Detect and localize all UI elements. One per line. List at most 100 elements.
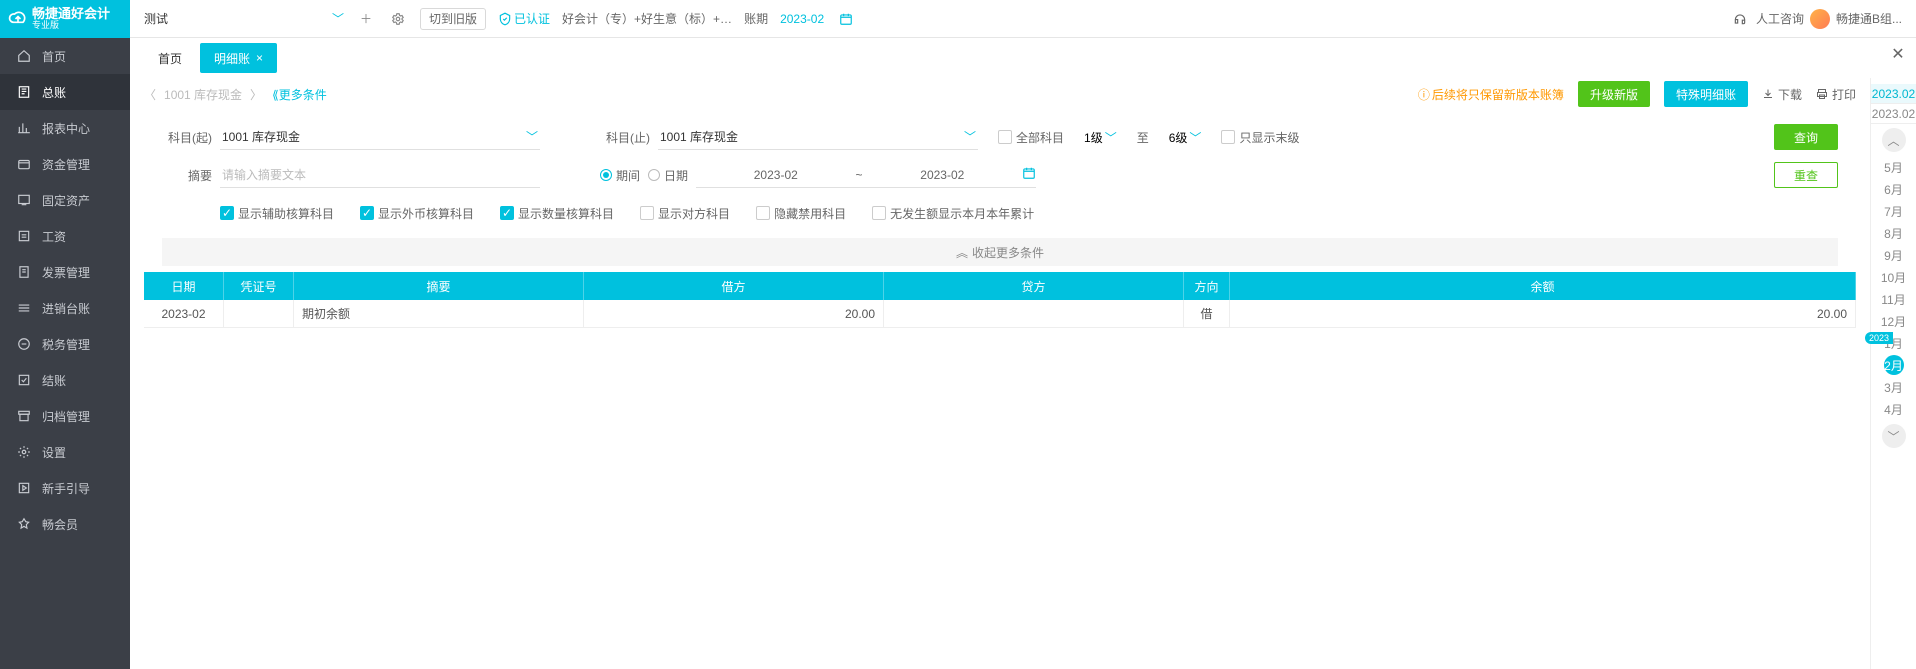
chevron-left-icon: 〈 [144,86,156,103]
sidebar-item-asset[interactable]: 固定资产 [0,182,130,218]
vip-icon [16,516,32,532]
chart-icon [16,120,32,136]
ledger-icon [16,84,32,100]
rail-month[interactable]: 8月 [1881,222,1906,244]
rail-month[interactable]: 10月 [1881,266,1906,288]
salary-icon [16,228,32,244]
upgrade-button[interactable]: 升级新版 [1578,81,1650,107]
level-from-select[interactable]: 1级﹀ [1084,129,1117,146]
sidebar-item-close[interactable]: 结账 [0,362,130,398]
option-checkbox-5[interactable]: 无发生额显示本月本年累计 [872,205,1034,222]
chevron-down-icon: ﹀ [1105,129,1117,146]
rail-tag[interactable]: 2023.02 [1871,104,1916,124]
rail-month[interactable]: 5月 [1881,156,1906,178]
headset-icon[interactable] [1730,9,1750,29]
option-checkbox-0[interactable]: ✓显示辅助核算科目 [220,205,334,222]
period-rail: 2023.022023.02 ︿ 5月6月7月8月9月10月11月12月 202… [1870,78,1916,669]
subject-to-select[interactable]: 1001 库存现金﹀ [658,124,978,150]
calendar-icon[interactable] [836,9,856,29]
topbar: 测试 ﹀ ＋ 切到旧版 已认证 好会计（专）+好生意（标）+… 账期 2023-… [130,0,1916,38]
reset-button[interactable]: 重查 [1774,162,1838,188]
rail-month[interactable]: 6月 [1881,178,1906,200]
subject-to-label: 科目(止) [600,129,650,146]
guide-icon [16,480,32,496]
rail-month[interactable]: 2月 [1884,354,1904,376]
add-icon[interactable]: ＋ [356,9,376,29]
tab-首页[interactable]: 首页 [144,43,196,73]
wallet-icon [16,156,32,172]
option-checkbox-4[interactable]: 隐藏禁用科目 [756,205,846,222]
chevron-up-icon: ︽ [956,244,968,261]
sidebar-item-salary[interactable]: 工资 [0,218,130,254]
sidebar-item-guide[interactable]: 新手引导 [0,470,130,506]
table-header: 余额 [1230,272,1856,300]
rail-month[interactable]: 3月 [1884,376,1904,398]
sidebar-item-gear[interactable]: 设置 [0,434,130,470]
level-to-select[interactable]: 6级﹀ [1169,129,1202,146]
certified-badge[interactable]: 已认证 [498,10,550,27]
account-select[interactable]: 测试 ﹀ [144,10,344,27]
asset-icon [16,192,32,208]
tab-明细账[interactable]: 明细账× [200,43,277,73]
rail-month[interactable]: 11月 [1881,288,1906,310]
warning-text: ⓘ后续将只保留新版本账簿 [1418,86,1564,103]
sidebar-item-tax[interactable]: 税务管理 [0,326,130,362]
date-radio[interactable]: 日期 [648,167,688,184]
product-info: 好会计（专）+好生意（标）+… [562,10,732,27]
breadcrumb[interactable]: 〈 1001 库存现金 〉 [144,86,262,103]
more-conditions-link[interactable]: ⟪更多条件 [272,86,327,103]
calendar-icon [1022,166,1036,183]
download-button[interactable]: 下载 [1762,86,1802,103]
chevron-down-icon: ﹀ [332,10,344,27]
switch-old-button[interactable]: 切到旧版 [420,8,486,30]
print-button[interactable]: 打印 [1816,86,1856,103]
option-checkbox-1[interactable]: ✓显示外币核算科目 [360,205,474,222]
period-radio[interactable]: 期间 [600,167,640,184]
special-ledger-button[interactable]: 特殊明细账 [1664,81,1748,107]
close-tab-icon[interactable]: ✕ [1886,42,1910,66]
sidebar-item-ledger[interactable]: 总账 [0,74,130,110]
only-end-checkbox[interactable]: 只显示末级 [1221,129,1299,146]
sidebar-item-inout[interactable]: 进销台账 [0,290,130,326]
filter-icon: ⟪ [272,88,279,102]
chevron-down-icon: ﹀ [964,128,976,145]
gear-icon[interactable] [388,9,408,29]
ledger-table: 日期凭证号摘要借方贷方方向余额 2023-02期初余额20.00借20.00 [144,272,1856,328]
option-checkbox-3[interactable]: 显示对方科目 [640,205,730,222]
period-label: 账期 [744,10,768,27]
sidebar-item-invoice[interactable]: 发票管理 [0,254,130,290]
query-button[interactable]: 查询 [1774,124,1838,150]
option-checkbox-2[interactable]: ✓显示数量核算科目 [500,205,614,222]
period-value[interactable]: 2023-02 [780,12,824,26]
rail-month[interactable]: 12月 [1881,310,1906,332]
subject-from-select[interactable]: 1001 库存现金﹀ [220,124,540,150]
all-subjects-checkbox[interactable]: 全部科目 [998,129,1064,146]
rail-down-icon[interactable]: ﹀ [1882,424,1906,448]
sidebar-item-archive[interactable]: 归档管理 [0,398,130,434]
sidebar-item-home[interactable]: 首页 [0,38,130,74]
support-link[interactable]: 人工咨询 [1756,10,1804,27]
summary-input[interactable] [220,162,540,188]
table-header: 方向 [1184,272,1230,300]
rail-month[interactable]: 7月 [1881,200,1906,222]
table-header: 摘要 [294,272,584,300]
collapse-conditions[interactable]: ︽收起更多条件 [162,238,1838,266]
table-header: 贷方 [884,272,1184,300]
rail-month[interactable]: 9月 [1881,244,1906,266]
invoice-icon [16,264,32,280]
sidebar-item-wallet[interactable]: 资金管理 [0,146,130,182]
rail-month[interactable]: 4月 [1884,398,1904,420]
rail-tag[interactable]: 2023.02 [1871,84,1916,104]
home-icon [16,48,32,64]
avatar[interactable] [1810,9,1830,29]
chevron-right-icon: 〉 [250,86,262,103]
table-header: 凭证号 [224,272,294,300]
date-range-input[interactable]: 2023-02 ~ 2023-02 [696,162,1036,188]
sidebar-item-vip[interactable]: 畅会员 [0,506,130,542]
to-word: 至 [1137,129,1149,146]
table-row[interactable]: 2023-02期初余额20.00借20.00 [144,300,1856,328]
user-name[interactable]: 畅捷通B组... [1836,10,1902,27]
rail-up-icon[interactable]: ︿ [1882,128,1906,152]
close-icon[interactable]: × [256,51,263,65]
sidebar-item-chart[interactable]: 报表中心 [0,110,130,146]
